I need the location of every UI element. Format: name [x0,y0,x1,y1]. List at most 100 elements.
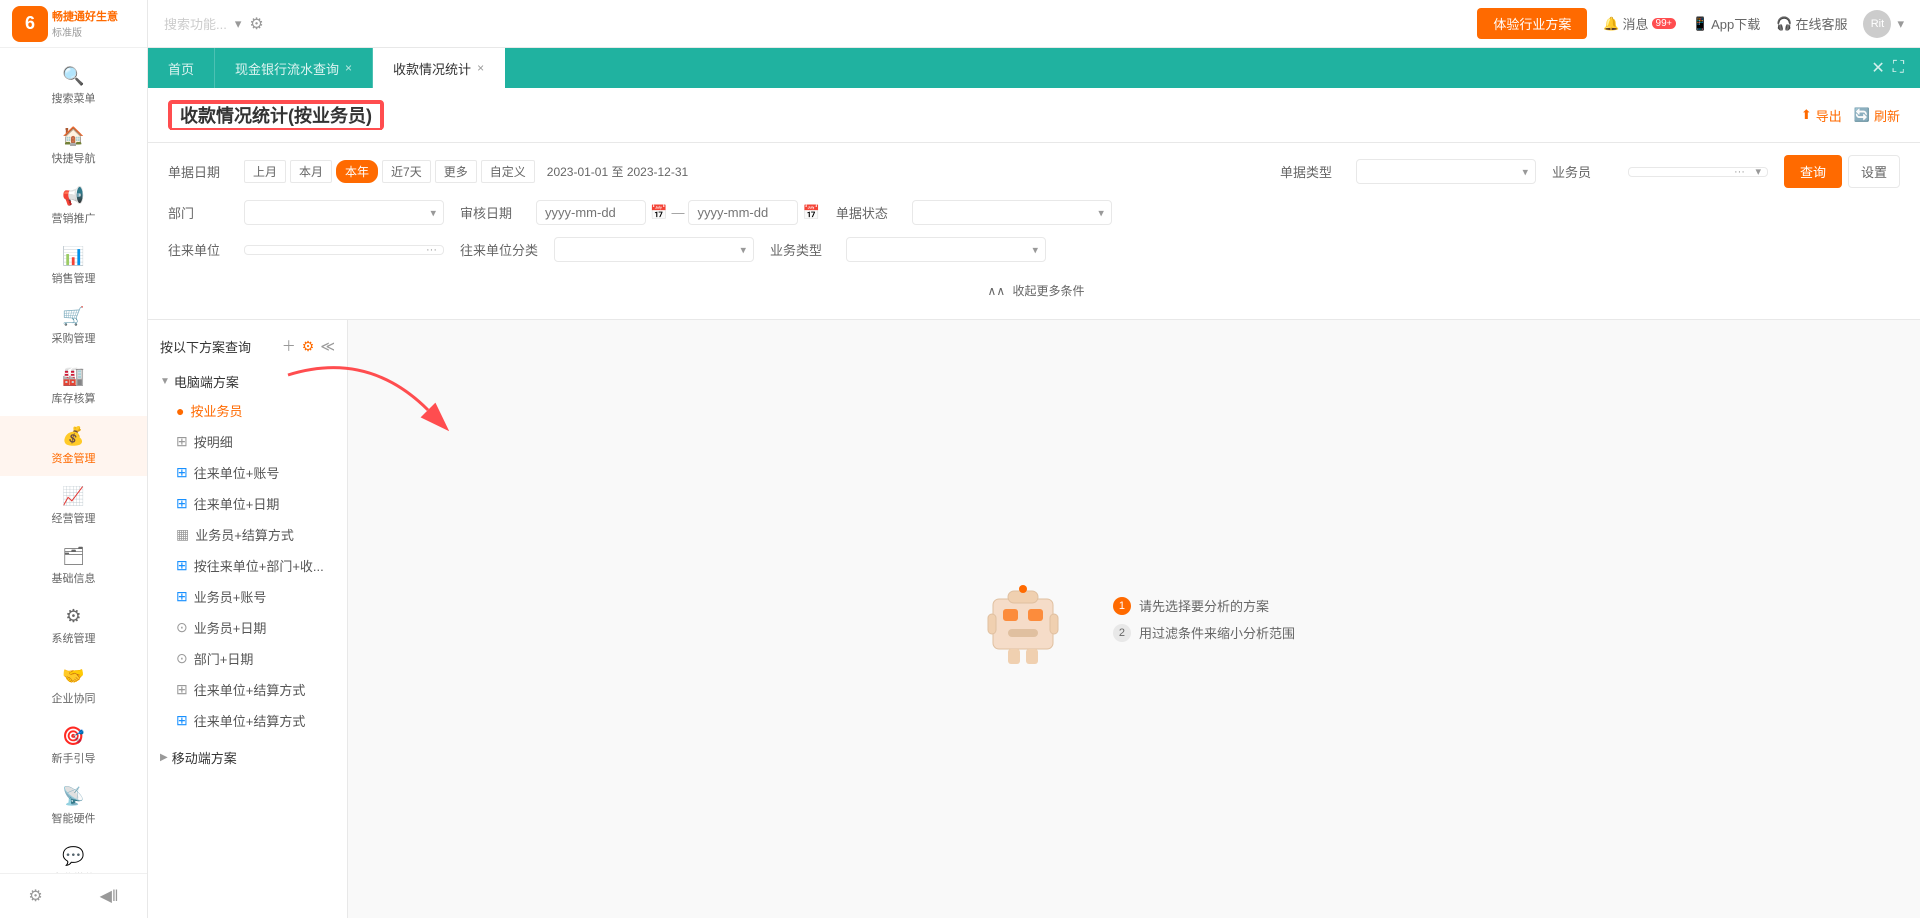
filter-row-2: 部门 审核日期 📅 — 📅 单据状态 [168,200,1900,225]
download-icon: 📱 [1692,16,1708,32]
topbar: 搜索功能... ▾ ⚙ 体验行业方案 🔔 消息 99+ 📱 App下载 🎧 [148,0,1920,48]
tab-receipt-stat-close[interactable]: × [477,61,484,75]
scheme-item-salesman-date[interactable]: ⊙ 业务员+日期 [148,612,347,643]
collapse-panel-icon[interactable]: ≪ [320,338,335,355]
tab-bank-flow[interactable]: 现金银行流水查询 × [215,48,373,88]
app-download-btn[interactable]: 📱 App下载 [1692,14,1760,33]
scheme-item-by-salesman[interactable]: ● 按业务员 [148,395,347,426]
scheme-group-desktop-title[interactable]: ▼ 电脑端方案 [148,368,347,395]
page-header: 收款情况统计(按业务员) ⬆ 导出 🔄 刷新 [148,88,1920,143]
collapse-icon[interactable]: ◀‖ [100,886,119,906]
sidebar-item-guide[interactable]: 🎯 新手引导 [0,716,147,776]
sidebar-item-purchase[interactable]: 🛒 采购管理 [0,296,147,356]
review-date-label: 审核日期 [460,203,520,222]
messages-btn[interactable]: 🔔 消息 99+ [1603,14,1676,33]
scheme-group-mobile: ▶ 移动端方案 [148,740,347,775]
promo-button[interactable]: 体验行业方案 [1477,8,1587,39]
robot-svg [973,569,1073,669]
sidebar-item-quick-nav[interactable]: 🏠 快捷导航 [0,116,147,176]
add-scheme-icon[interactable]: ＋ [282,336,296,356]
operation-icon: 📈 [62,486,84,507]
collapse-bar[interactable]: ∧∧ 收起更多条件 [168,274,1900,307]
gear-scheme-icon[interactable]: ⚙ [302,338,315,355]
biz-type-select[interactable] [846,237,1046,262]
close-window-icon[interactable]: ✕ [1871,58,1884,78]
dropdown-icon[interactable]: ▾ [235,16,242,32]
salesman-account-icon: ⊞ [176,588,188,605]
date-btn-last-month[interactable]: 上月 [244,160,286,183]
sidebar-item-wechat[interactable]: 💬 企业微信 [0,836,147,873]
scheme-group-desktop: ▼ 电脑端方案 ● 按业务员 ⊞ 按明细 ⊞ 往 [148,364,347,740]
scheme-item-partner-settle1[interactable]: ⊞ 往来单位+结算方式 [148,674,347,705]
review-date-from[interactable] [536,200,646,225]
sidebar-item-capital[interactable]: 💰 资金管理 [0,416,147,476]
sidebar-item-system[interactable]: ⚙ 系统管理 [0,596,147,656]
online-service-btn[interactable]: 🎧 在线客服 [1776,14,1847,33]
sidebar-item-enterprise[interactable]: 🤝 企业协同 [0,656,147,716]
maximize-icon[interactable]: ⛶ [1893,59,1904,77]
review-date-to[interactable] [688,200,798,225]
salesman-settle-icon: ▦ [176,526,189,543]
sidebar-label-capital: 资金管理 [52,450,96,466]
export-button[interactable]: ⬆ 导出 [1801,106,1842,125]
sidebar-item-marketing[interactable]: 📢 营销推广 [0,176,147,236]
refresh-button[interactable]: 🔄 刷新 [1854,106,1900,125]
page-title: 收款情况统计(按业务员) [170,102,382,130]
message-icon: 🔔 [1603,16,1619,32]
scheme-item-partner-account[interactable]: ⊞ 往来单位+账号 [148,457,347,488]
date-btn-custom[interactable]: 自定义 [481,160,535,183]
date-btn-this-year[interactable]: 本年 [336,160,378,183]
scheme-item-partner-settle2[interactable]: ⊞ 往来单位+结算方式 [148,705,347,736]
salesman-label: 业务员 [1552,162,1612,181]
scheme-item-partner-dept-recv[interactable]: ⊞ 按往来单位+部门+收... [148,550,347,581]
settings-bottom-icon[interactable]: ⚙ [28,886,42,906]
sidebar-item-basic-info[interactable]: 🗂 基础信息 [0,536,147,596]
sidebar-item-sales[interactable]: 📊 销售管理 [0,236,147,296]
main-data-area: 1 请先选择要分析的方案 2 用过滤条件来缩小分析范围 [348,320,1920,918]
sidebar-item-operation[interactable]: 📈 经营管理 [0,476,147,536]
salesman-dropdown-icon[interactable]: ▾ [1755,165,1761,178]
date-btn-more[interactable]: 更多 [435,160,477,183]
scheme-group-mobile-title[interactable]: ▶ 移动端方案 [148,744,347,771]
sidebar-item-search-menu[interactable]: 🔍 搜索菜单 [0,56,147,116]
main-area: 搜索功能... ▾ ⚙ 体验行业方案 🔔 消息 99+ 📱 App下载 🎧 [148,0,1920,918]
scheme-item-by-detail[interactable]: ⊞ 按明细 [148,426,347,457]
query-button[interactable]: 查询 [1784,155,1842,188]
empty-illustration [973,569,1073,669]
app-download-label: App下载 [1711,14,1760,33]
scheme-item-dept-date[interactable]: ⊙ 部门+日期 [148,643,347,674]
calendar-from-icon[interactable]: 📅 [650,204,667,221]
date-btn-7days[interactable]: 近7天 [382,160,431,183]
tab-home[interactable]: 首页 [148,48,215,88]
inventory-icon: 🏭 [62,366,84,387]
biz-type-label: 业务类型 [770,240,830,259]
sidebar-item-hardware[interactable]: 📡 智能硬件 [0,776,147,836]
tab-home-label: 首页 [168,59,194,78]
partner-category-select[interactable] [554,237,754,262]
refresh-icon: 🔄 [1854,107,1870,123]
page-actions: ⬆ 导出 🔄 刷新 [1801,106,1900,125]
tabbar-actions: ✕ ⛶ [1871,58,1920,78]
messages-badge: 99+ [1652,18,1676,29]
logo-brand: 畅捷通好生意 [52,8,118,24]
user-info[interactable]: Rit ▾ [1863,10,1904,38]
settings-button[interactable]: 设置 [1848,155,1900,188]
scheme-item-salesman-settle[interactable]: ▦ 业务员+结算方式 [148,519,347,550]
sidebar-item-inventory[interactable]: 🏭 库存核算 [0,356,147,416]
scheme-item-salesman-account[interactable]: ⊞ 业务员+账号 [148,581,347,612]
salesman-more-btn[interactable]: ··· [1734,166,1745,178]
doc-type-label: 单据类型 [1280,162,1340,181]
doc-type-select[interactable] [1356,159,1536,184]
calendar-to-icon[interactable]: 📅 [802,204,819,221]
dept-select-wrapper [244,200,444,225]
scheme-item-partner-date[interactable]: ⊞ 往来单位+日期 [148,488,347,519]
tab-receipt-stat[interactable]: 收款情况统计 × [373,48,505,88]
partner-settle1-icon: ⊞ [176,681,188,698]
tab-bank-flow-close[interactable]: × [345,61,352,75]
partner-more-icon[interactable]: ··· [426,244,437,256]
dept-select[interactable] [244,200,444,225]
settings-icon[interactable]: ⚙ [249,14,263,34]
chevron-down-icon: ▾ [1897,16,1904,32]
doc-status-select[interactable] [912,200,1112,225]
date-btn-this-month[interactable]: 本月 [290,160,332,183]
